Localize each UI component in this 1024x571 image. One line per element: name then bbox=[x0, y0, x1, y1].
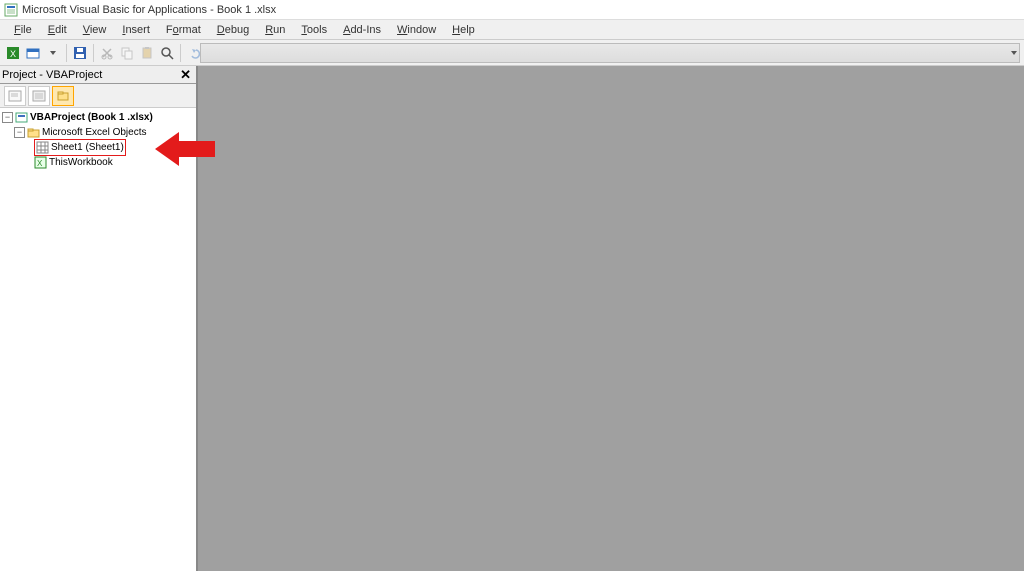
workbook-icon: X bbox=[34, 156, 47, 169]
tree-item-sheet1[interactable]: Sheet1 (Sheet1) bbox=[2, 140, 194, 155]
menu-window[interactable]: Window bbox=[391, 22, 442, 38]
find-button[interactable] bbox=[158, 44, 176, 62]
toggle-folders-button[interactable] bbox=[52, 86, 74, 106]
standard-toolbar: X ? bbox=[0, 40, 1024, 66]
tree-root[interactable]: − VBAProject (Book 1 .xlsx) bbox=[2, 110, 194, 125]
project-tree: − VBAProject (Book 1 .xlsx) − Microsoft … bbox=[0, 108, 196, 571]
save-button[interactable] bbox=[71, 44, 89, 62]
svg-text:X: X bbox=[37, 159, 43, 168]
menu-run[interactable]: Run bbox=[259, 22, 291, 38]
menu-format[interactable]: Format bbox=[160, 22, 207, 38]
project-explorer-title: Project - VBAProject bbox=[2, 69, 102, 81]
insert-userform-button[interactable] bbox=[24, 44, 42, 62]
copy-button[interactable] bbox=[118, 44, 136, 62]
menu-insert[interactable]: Insert bbox=[116, 22, 156, 38]
tree-root-label: VBAProject (Book 1 .xlsx) bbox=[30, 110, 153, 125]
menu-addins[interactable]: Add-Ins bbox=[337, 22, 387, 38]
menu-file[interactable]: File bbox=[8, 22, 38, 38]
menu-debug[interactable]: Debug bbox=[211, 22, 255, 38]
window-title: Microsoft Visual Basic for Applications … bbox=[22, 4, 276, 16]
close-panel-button[interactable]: ✕ bbox=[177, 67, 194, 83]
expand-icon[interactable]: − bbox=[14, 127, 25, 138]
insert-dropdown[interactable] bbox=[44, 44, 62, 62]
project-explorer-panel: Project - VBAProject ✕ − VBAProject (Boo… bbox=[0, 66, 198, 571]
menu-tools[interactable]: Tools bbox=[295, 22, 333, 38]
vbaproject-icon bbox=[15, 111, 28, 124]
app-icon bbox=[4, 3, 18, 17]
view-code-button[interactable] bbox=[4, 86, 26, 106]
project-explorer-header: Project - VBAProject ✕ bbox=[0, 66, 196, 84]
svg-text:X: X bbox=[10, 49, 16, 59]
menu-view[interactable]: View bbox=[77, 22, 113, 38]
tree-item-thisworkbook-label: ThisWorkbook bbox=[49, 155, 113, 170]
menu-help[interactable]: Help bbox=[446, 22, 481, 38]
view-object-button[interactable] bbox=[28, 86, 50, 106]
folder-icon bbox=[27, 126, 40, 139]
object-box-combo[interactable] bbox=[200, 43, 1020, 63]
view-excel-button[interactable]: X bbox=[4, 44, 22, 62]
paste-button[interactable] bbox=[138, 44, 156, 62]
titlebar: Microsoft Visual Basic for Applications … bbox=[0, 0, 1024, 20]
cut-button[interactable] bbox=[98, 44, 116, 62]
tree-folder-label: Microsoft Excel Objects bbox=[42, 125, 146, 140]
tree-item-thisworkbook[interactable]: X ThisWorkbook bbox=[2, 155, 194, 170]
project-explorer-toolbar bbox=[0, 84, 196, 108]
mdi-workspace bbox=[198, 66, 1024, 571]
menubar: File Edit View Insert Format Debug Run T… bbox=[0, 20, 1024, 40]
expand-icon[interactable]: − bbox=[2, 112, 13, 123]
menu-edit[interactable]: Edit bbox=[42, 22, 73, 38]
tree-item-sheet1-label: Sheet1 (Sheet1) bbox=[51, 140, 124, 155]
worksheet-icon bbox=[36, 141, 49, 154]
tree-folder-excel-objects[interactable]: − Microsoft Excel Objects bbox=[2, 125, 194, 140]
